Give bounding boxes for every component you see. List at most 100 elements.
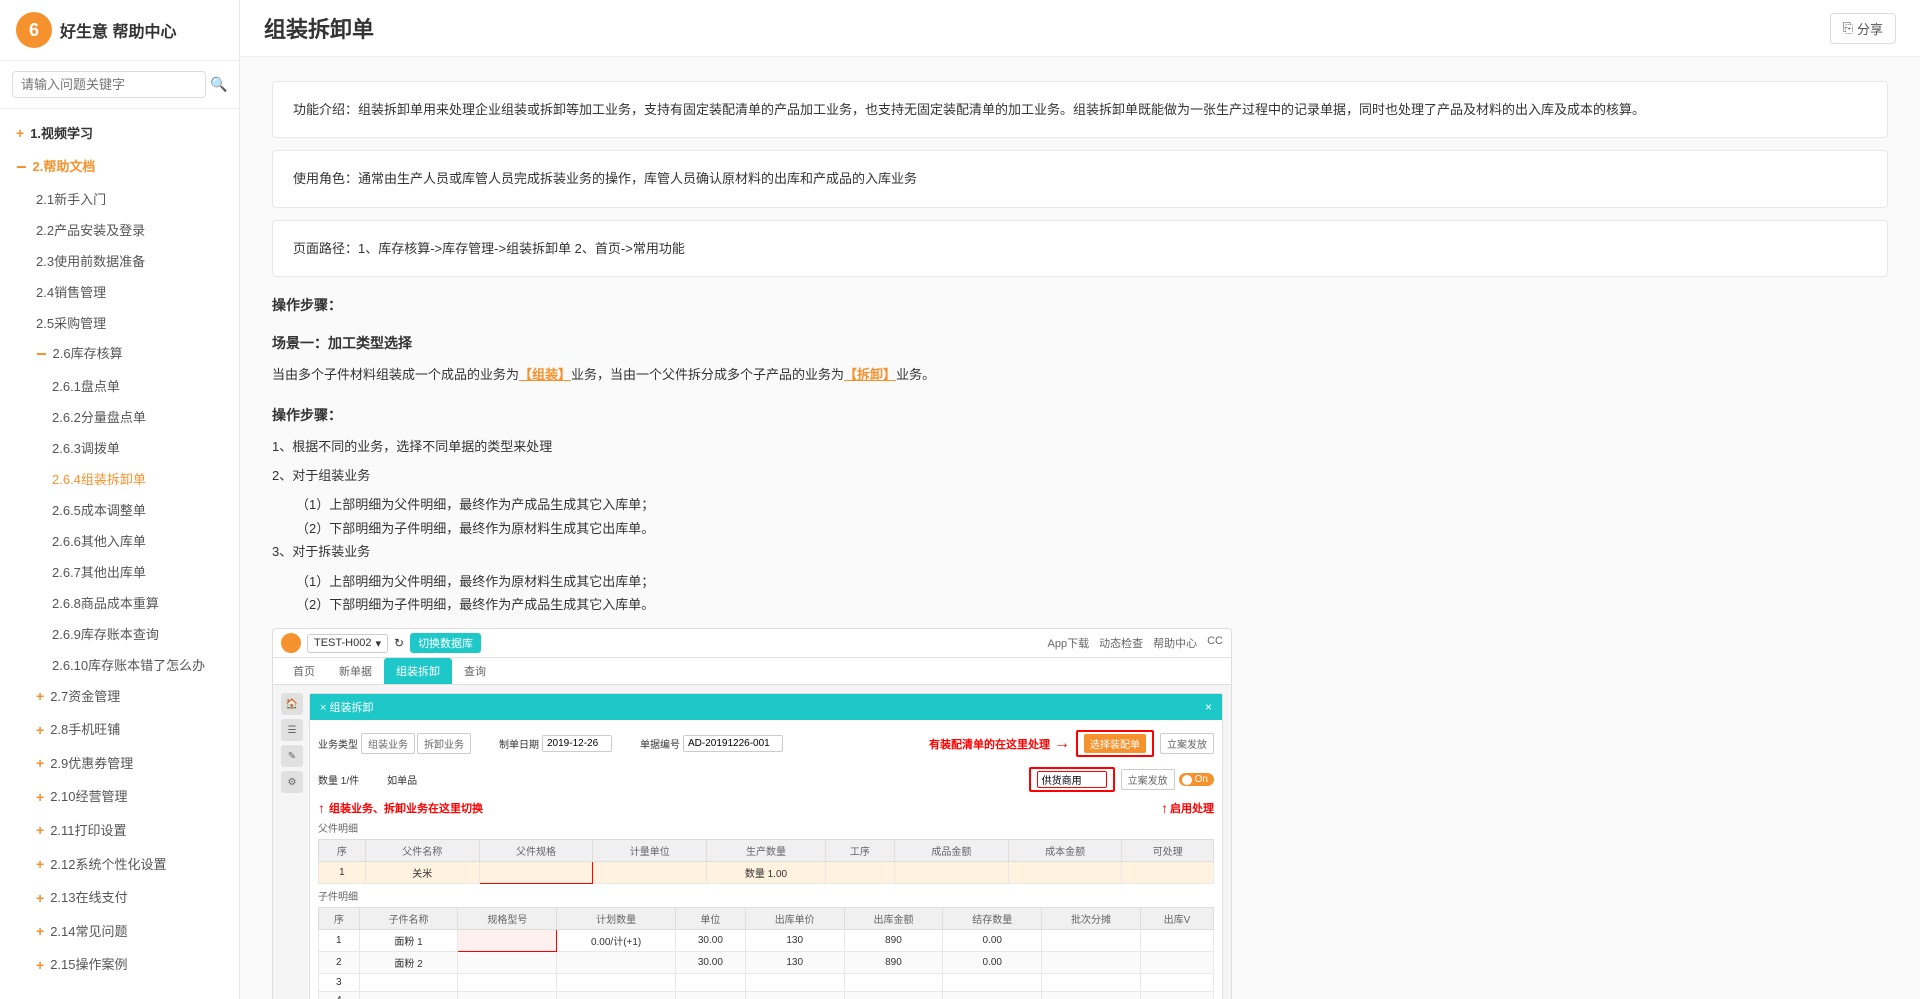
mock-date-input[interactable] (542, 735, 612, 752)
mock-company-name: TEST-H002 (314, 637, 371, 649)
sidebar-item-stocktake[interactable]: 2.6.1盘点单 (0, 370, 239, 401)
mock-btn-assembly-type[interactable]: 组装业务 (361, 733, 415, 754)
mock-no-label: 单据编号 (640, 736, 680, 751)
logo-icon: 6 (16, 12, 52, 48)
mock-annotation1-area: 有装配清单的在这里处理 → 选择装配单 立案发放 (929, 728, 1214, 759)
use-role-block: 使用角色：通常由生产人员或库管人员完成拆装业务的操作，库管人员确认原材料的出库和… (272, 150, 1888, 207)
mock-upper-table: 序 父件名称 父件规格 计量单位 生产数量 工序 成品金额 成本金额 可处理 (318, 839, 1214, 884)
sidebar-item-other-in[interactable]: 2.6.6其他入库单 (0, 525, 239, 556)
mock-lower-cell-balance-2: 0.00 (943, 952, 1042, 974)
mock-lower-row-1: 1 面粉 1 0.00/计(+1) 30.00 130 890 0.00 (319, 930, 1214, 952)
sidebar-item-cost-recalc[interactable]: 2.6.8商品成本重算 (0, 587, 239, 618)
search-button[interactable]: 🔍 (210, 76, 227, 93)
mock-lower-cell-seq-1: 1 (319, 930, 360, 952)
mock-right-icons: App下载 动态检查 帮助中心 CC (1048, 635, 1223, 651)
scene1-heading: 场景一：加工类型选择 (272, 333, 1888, 353)
sidebar-item-help-docs[interactable]: − 2.帮助文档 (0, 151, 239, 183)
sidebar-item-biz-mgmt[interactable]: + 2.10经营管理 (0, 781, 239, 815)
mock-upper-cell-spec[interactable] (479, 862, 593, 884)
sidebar-item-cases[interactable]: + 2.15操作案例 (0, 949, 239, 983)
sidebar-item-data-prep[interactable]: 2.3使用前数据准备 (0, 245, 239, 276)
mock-type-label: 业务类型 (318, 736, 358, 751)
main-header: 组装拆卸单 ⎘ 分享 (240, 0, 1920, 57)
nav-list: + 1.视频学习 − 2.帮助文档 2.1新手入门 2.2产品安装及登录 2.3… (0, 109, 239, 999)
mock-switch-db-btn[interactable]: 切换数据库 (410, 633, 481, 653)
sidebar-item-label: 1.视频学习 (30, 125, 93, 143)
mock-form-title: × 组装拆卸 (320, 699, 373, 715)
mock-icon-check[interactable]: 动态检查 (1099, 635, 1143, 651)
mock-lower-cell-balance-1: 0.00 (943, 930, 1042, 952)
annotation1-text: 有装配清单的在这里处理 (929, 736, 1050, 752)
minus-icon-2: − (36, 345, 47, 363)
mock-form-row-2: 数量 1/件 如单品 立案发放 On (318, 765, 1214, 794)
app-title: 好生意 帮助中心 (60, 18, 176, 42)
refresh-icon[interactable]: ↻ (394, 636, 404, 650)
sidebar-item-stock-error[interactable]: 2.6.10库存账本错了怎么办 (0, 649, 239, 680)
sidebar-item-install[interactable]: 2.2产品安装及登录 (0, 214, 239, 245)
assembly-link[interactable]: 【组装】 (519, 367, 571, 382)
mock-icon-app[interactable]: App下载 (1048, 635, 1090, 651)
sidebar-item-adjust[interactable]: 2.6.3调拨单 (0, 432, 239, 463)
sidebar-item-newbie[interactable]: 2.1新手入门 (0, 183, 239, 214)
mock-tab-query[interactable]: 查询 (452, 658, 498, 684)
mock-lower-cell-unit-2: 30.00 (676, 952, 746, 974)
mock-icon-list[interactable]: ☰ (281, 719, 303, 741)
mock-select-assembly-btn[interactable]: 选择装配单 (1084, 734, 1146, 753)
sidebar-item-cost-adjust[interactable]: 2.6.5成本调整单 (0, 494, 239, 525)
sidebar-item-assembly[interactable]: 2.6.4组装拆卸单 (0, 463, 239, 494)
sidebar-item-online-pay[interactable]: + 2.13在线支付 (0, 882, 239, 916)
sidebar-item-finance[interactable]: + 2.7资金管理 (0, 680, 239, 714)
mock-lower-col-unit: 单位 (676, 908, 746, 930)
disassembly-link[interactable]: 【拆卸】 (844, 367, 896, 382)
mock-tab-home[interactable]: 首页 (281, 658, 327, 684)
mock-lower-col-planned-qty: 计划数量 (557, 908, 676, 930)
sidebar-item-print[interactable]: + 2.11打印设置 (0, 814, 239, 848)
mock-icon-home[interactable]: 🏠 (281, 693, 303, 715)
mock-select-btn-box: 选择装配单 (1076, 730, 1154, 757)
toggle-on-label: On (1195, 774, 1208, 785)
sidebar-item-other-out[interactable]: 2.6.7其他出库单 (0, 556, 239, 587)
sidebar-item-sales[interactable]: 2.4销售管理 (0, 276, 239, 307)
mock-lower-cell-spec-1[interactable] (458, 930, 557, 952)
step-3: 3、对于拆装业务 (272, 540, 1888, 563)
mock-supplier-input[interactable] (1037, 771, 1107, 788)
mock-lower-cell-planned-1: 0.00/计(+1) (557, 930, 676, 952)
mock-confirm-btn[interactable]: 立案发放 (1160, 733, 1214, 754)
mock-logo-icon (281, 633, 301, 653)
mock-no-input[interactable] (683, 735, 783, 752)
share-button[interactable]: ⎘ 分享 (1830, 13, 1896, 44)
sidebar-item-mobile[interactable]: + 2.8手机旺铺 (0, 714, 239, 748)
sidebar-item-coupon[interactable]: + 2.9优惠券管理 (0, 747, 239, 781)
mock-form-row-1: 业务类型 组装业务 拆卸业务 制单日期 (318, 728, 1214, 759)
mock-lower-cell-batch-1 (1042, 930, 1141, 952)
mock-toggle-on[interactable]: On (1179, 773, 1214, 786)
mock-icon-cc[interactable]: CC (1207, 635, 1223, 651)
sidebar-item-faq[interactable]: + 2.14常见问题 (0, 915, 239, 949)
mock-company-selector[interactable]: TEST-H002 ▾ (307, 634, 388, 653)
ops-steps-heading: 操作步骤： (272, 405, 1888, 425)
mock-upper-col-unit: 计量单位 (593, 840, 707, 862)
sidebar-item-video[interactable]: + 1.视频学习 (0, 117, 239, 151)
mock-btn-disassembly-type[interactable]: 拆卸业务 (417, 733, 471, 754)
search-input[interactable] (12, 71, 206, 98)
mock-lower-col-price: 出库单价 (745, 908, 844, 930)
mock-tab-new[interactable]: 新单据 (327, 658, 384, 684)
mock-app-bar: TEST-H002 ▾ ↻ 切换数据库 App下载 动态检查 帮助中心 CC (273, 629, 1231, 658)
mock-apply-btn[interactable]: 立案发放 (1121, 769, 1175, 790)
mock-icon-config[interactable]: ⚙ (281, 771, 303, 793)
sidebar-item-purchase[interactable]: 2.5采购管理 (0, 307, 239, 338)
sidebar-item-split-stocktake[interactable]: 2.6.2分量盘点单 (0, 401, 239, 432)
plus-icon-print: + (36, 821, 44, 841)
mock-lower-table-label: 子件明细 (318, 888, 1214, 903)
mock-lower-col-batch: 批次分摊 (1042, 908, 1141, 930)
plus-icon-biz: + (36, 788, 44, 808)
mock-icon-edit[interactable]: ✎ (281, 745, 303, 767)
sidebar-item-inventory[interactable]: − 2.6库存核算 (0, 338, 239, 370)
mock-close-btn[interactable]: × (1205, 700, 1212, 714)
mock-tab-assembly[interactable]: 组装拆卸 (384, 658, 452, 684)
mock-lower-cell-batch-2 (1042, 952, 1141, 974)
sidebar-item-stock-query[interactable]: 2.6.9库存账本查询 (0, 618, 239, 649)
sidebar-item-system-cfg[interactable]: + 2.12系统个性化设置 (0, 848, 239, 882)
mock-lower-row-3: 3 (319, 974, 1214, 992)
mock-icon-help[interactable]: 帮助中心 (1153, 635, 1197, 651)
